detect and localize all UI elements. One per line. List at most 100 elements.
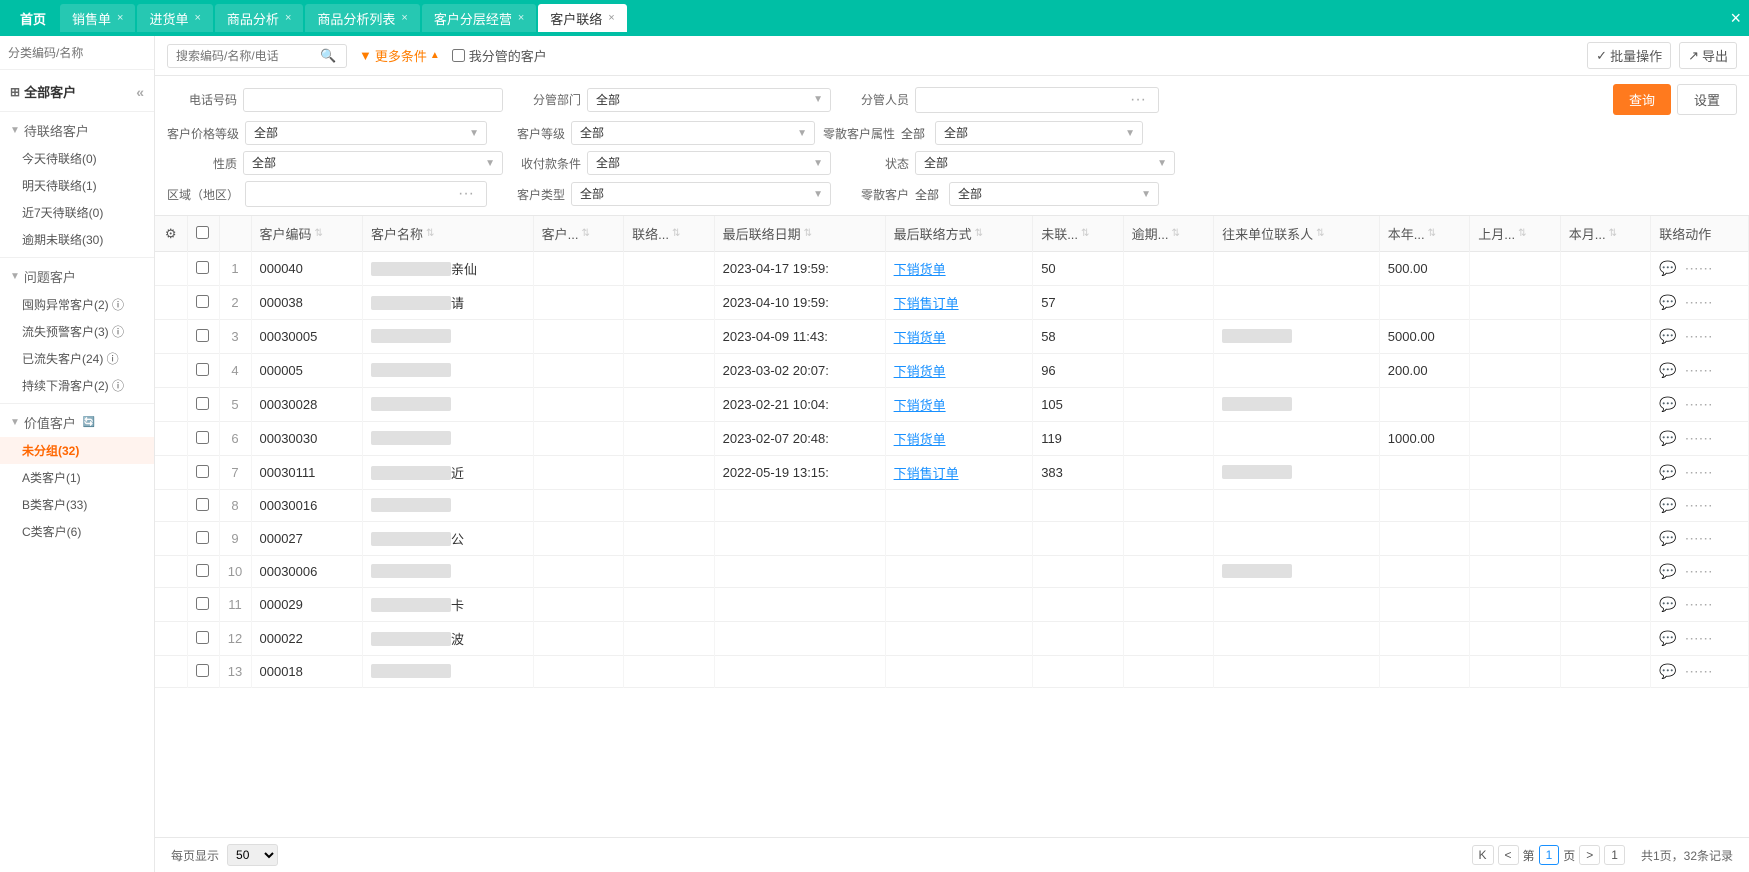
th-settings[interactable]: ⚙ bbox=[155, 216, 187, 252]
action-more-10[interactable]: ⋯⋯ bbox=[1685, 596, 1713, 613]
select-dept[interactable]: 全部 bbox=[587, 88, 831, 112]
row-checkbox-9[interactable] bbox=[196, 564, 209, 577]
last-page-btn[interactable]: 1 bbox=[1604, 845, 1625, 865]
manager-dots[interactable]: ··· bbox=[1126, 91, 1150, 109]
contact-type-link-6[interactable]: 下销售订单 bbox=[894, 466, 959, 481]
action-msg-6[interactable]: 💬 bbox=[1659, 464, 1676, 481]
action-more-2[interactable]: ⋯⋯ bbox=[1685, 328, 1713, 345]
check-all[interactable] bbox=[196, 226, 209, 239]
action-msg-1[interactable]: 💬 bbox=[1659, 294, 1676, 311]
action-more-6[interactable]: ⋯⋯ bbox=[1685, 464, 1713, 481]
contact-type-link-5[interactable]: 下销货单 bbox=[894, 432, 946, 447]
tab-purchase-close[interactable]: × bbox=[194, 12, 200, 24]
action-more-12[interactable]: ⋯⋯ bbox=[1685, 663, 1713, 680]
export-button[interactable]: ↗ 导出 bbox=[1679, 42, 1737, 69]
close-all-button[interactable]: × bbox=[1730, 8, 1741, 29]
row-checkbox-7[interactable] bbox=[196, 498, 209, 511]
action-msg-10[interactable]: 💬 bbox=[1659, 596, 1676, 613]
my-customers-checkbox[interactable] bbox=[452, 49, 465, 62]
batch-op-button[interactable]: ✓ 批量操作 bbox=[1587, 42, 1671, 69]
sort-contact-person[interactable]: ⇅ bbox=[1316, 228, 1324, 239]
query-button[interactable]: 查询 bbox=[1613, 84, 1671, 115]
sort-this-month[interactable]: ⇅ bbox=[1609, 228, 1617, 239]
contact-type-link-4[interactable]: 下销货单 bbox=[894, 398, 946, 413]
tab-sales[interactable]: 销售单 × bbox=[60, 4, 135, 32]
row-checkbox-12[interactable] bbox=[196, 664, 209, 677]
row-checkbox-0[interactable] bbox=[196, 261, 209, 274]
row-checkbox-5[interactable] bbox=[196, 431, 209, 444]
sidebar-item-tomorrow[interactable]: 明天待联络(1) bbox=[0, 172, 154, 199]
sort-this-year[interactable]: ⇅ bbox=[1428, 228, 1436, 239]
row-checkbox-6[interactable] bbox=[196, 465, 209, 478]
sidebar-item-overdue[interactable]: 逾期未联络(30) bbox=[0, 226, 154, 253]
action-msg-5[interactable]: 💬 bbox=[1659, 430, 1676, 447]
sidebar-collapse-icon[interactable]: « bbox=[136, 84, 144, 100]
action-msg-3[interactable]: 💬 bbox=[1659, 362, 1676, 379]
row-checkbox-2[interactable] bbox=[196, 329, 209, 342]
select-customer-type[interactable]: 全部 bbox=[571, 182, 831, 206]
contact-type-link-2[interactable]: 下销货单 bbox=[894, 330, 946, 345]
action-more-5[interactable]: ⋯⋯ bbox=[1685, 430, 1713, 447]
prev-page-btn[interactable]: < bbox=[1498, 845, 1519, 865]
next-page-btn[interactable]: > bbox=[1579, 845, 1600, 865]
first-page-btn[interactable]: K bbox=[1472, 845, 1494, 865]
tab-customer-tier-close[interactable]: × bbox=[518, 12, 524, 24]
sort-type[interactable]: ⇅ bbox=[582, 228, 590, 239]
select-price-level[interactable]: 全部 bbox=[245, 121, 487, 145]
select-retail[interactable]: 全部 bbox=[949, 182, 1159, 206]
select-nature[interactable]: 全部 bbox=[243, 151, 503, 175]
tab-customer-contact[interactable]: 客户联络 × bbox=[538, 4, 626, 32]
action-msg-9[interactable]: 💬 bbox=[1659, 563, 1676, 580]
sort-last-month[interactable]: ⇅ bbox=[1518, 228, 1526, 239]
sort-code[interactable]: ⇅ bbox=[315, 228, 323, 239]
tab-goods-list[interactable]: 商品分析列表 × bbox=[305, 4, 419, 32]
select-retail-attr[interactable]: 全部 bbox=[935, 121, 1143, 145]
tab-purchase[interactable]: 进货单 × bbox=[137, 4, 212, 32]
row-checkbox-4[interactable] bbox=[196, 397, 209, 410]
search-icon[interactable]: 🔍 bbox=[320, 48, 336, 64]
tab-goods-analysis[interactable]: 商品分析 × bbox=[215, 4, 303, 32]
action-msg-8[interactable]: 💬 bbox=[1659, 530, 1676, 547]
tab-goods-list-close[interactable]: × bbox=[401, 12, 407, 24]
row-checkbox-3[interactable] bbox=[196, 363, 209, 376]
more-conditions-btn[interactable]: ▼ 更多条件 ▲ bbox=[359, 46, 440, 65]
sidebar-item-ungrouped[interactable]: 未分组(32) bbox=[0, 437, 154, 464]
tab-customer-contact-close[interactable]: × bbox=[608, 12, 614, 24]
row-checkbox-1[interactable] bbox=[196, 295, 209, 308]
reset-button[interactable]: 设置 bbox=[1677, 84, 1737, 115]
action-more-11[interactable]: ⋯⋯ bbox=[1685, 630, 1713, 647]
action-more-7[interactable]: ⋯⋯ bbox=[1685, 497, 1713, 514]
sort-last-date[interactable]: ⇅ bbox=[804, 228, 812, 239]
tab-customer-tier[interactable]: 客户分层经营 × bbox=[422, 4, 536, 32]
contact-type-link-0[interactable]: 下销货单 bbox=[894, 262, 946, 277]
tab-sales-close[interactable]: × bbox=[117, 12, 123, 24]
sidebar-item-churn-warning[interactable]: 流失预警客户(3) ⓘ bbox=[0, 318, 154, 345]
sidebar-all-customers[interactable]: ⊞ 全部客户 « bbox=[0, 76, 154, 107]
action-msg-2[interactable]: 💬 bbox=[1659, 328, 1676, 345]
sidebar-item-7days[interactable]: 近7天待联络(0) bbox=[0, 199, 154, 226]
sidebar-item-class-c[interactable]: C类客户(6) bbox=[0, 518, 154, 545]
action-more-8[interactable]: ⋯⋯ bbox=[1685, 530, 1713, 547]
tab-home[interactable]: 首页 bbox=[8, 4, 58, 32]
search-input[interactable] bbox=[176, 49, 316, 63]
sort-name[interactable]: ⇅ bbox=[426, 228, 434, 239]
sidebar-item-class-a[interactable]: A类客户(1) bbox=[0, 464, 154, 491]
sidebar-search-input[interactable] bbox=[8, 46, 155, 60]
action-msg-11[interactable]: 💬 bbox=[1659, 630, 1676, 647]
select-payment[interactable]: 全部 bbox=[587, 151, 831, 175]
sidebar-group-pending[interactable]: ▼ 待联络客户 bbox=[0, 116, 154, 145]
sidebar-item-hoard-abnormal[interactable]: 囤购异常客户(2) ⓘ bbox=[0, 291, 154, 318]
action-msg-0[interactable]: 💬 bbox=[1659, 260, 1676, 277]
action-more-4[interactable]: ⋯⋯ bbox=[1685, 396, 1713, 413]
sort-not-contact[interactable]: ⇅ bbox=[1081, 228, 1089, 239]
select-status[interactable]: 全部 bbox=[915, 151, 1175, 175]
region-dots[interactable]: ··· bbox=[454, 185, 478, 203]
action-more-3[interactable]: ⋯⋯ bbox=[1685, 362, 1713, 379]
sidebar-item-class-b[interactable]: B类客户(33) bbox=[0, 491, 154, 518]
action-more-1[interactable]: ⋯⋯ bbox=[1685, 294, 1713, 311]
row-checkbox-11[interactable] bbox=[196, 631, 209, 644]
action-msg-4[interactable]: 💬 bbox=[1659, 396, 1676, 413]
contact-type-link-3[interactable]: 下销货单 bbox=[894, 364, 946, 379]
action-msg-12[interactable]: 💬 bbox=[1659, 663, 1676, 680]
select-customer-level[interactable]: 全部 bbox=[571, 121, 815, 145]
